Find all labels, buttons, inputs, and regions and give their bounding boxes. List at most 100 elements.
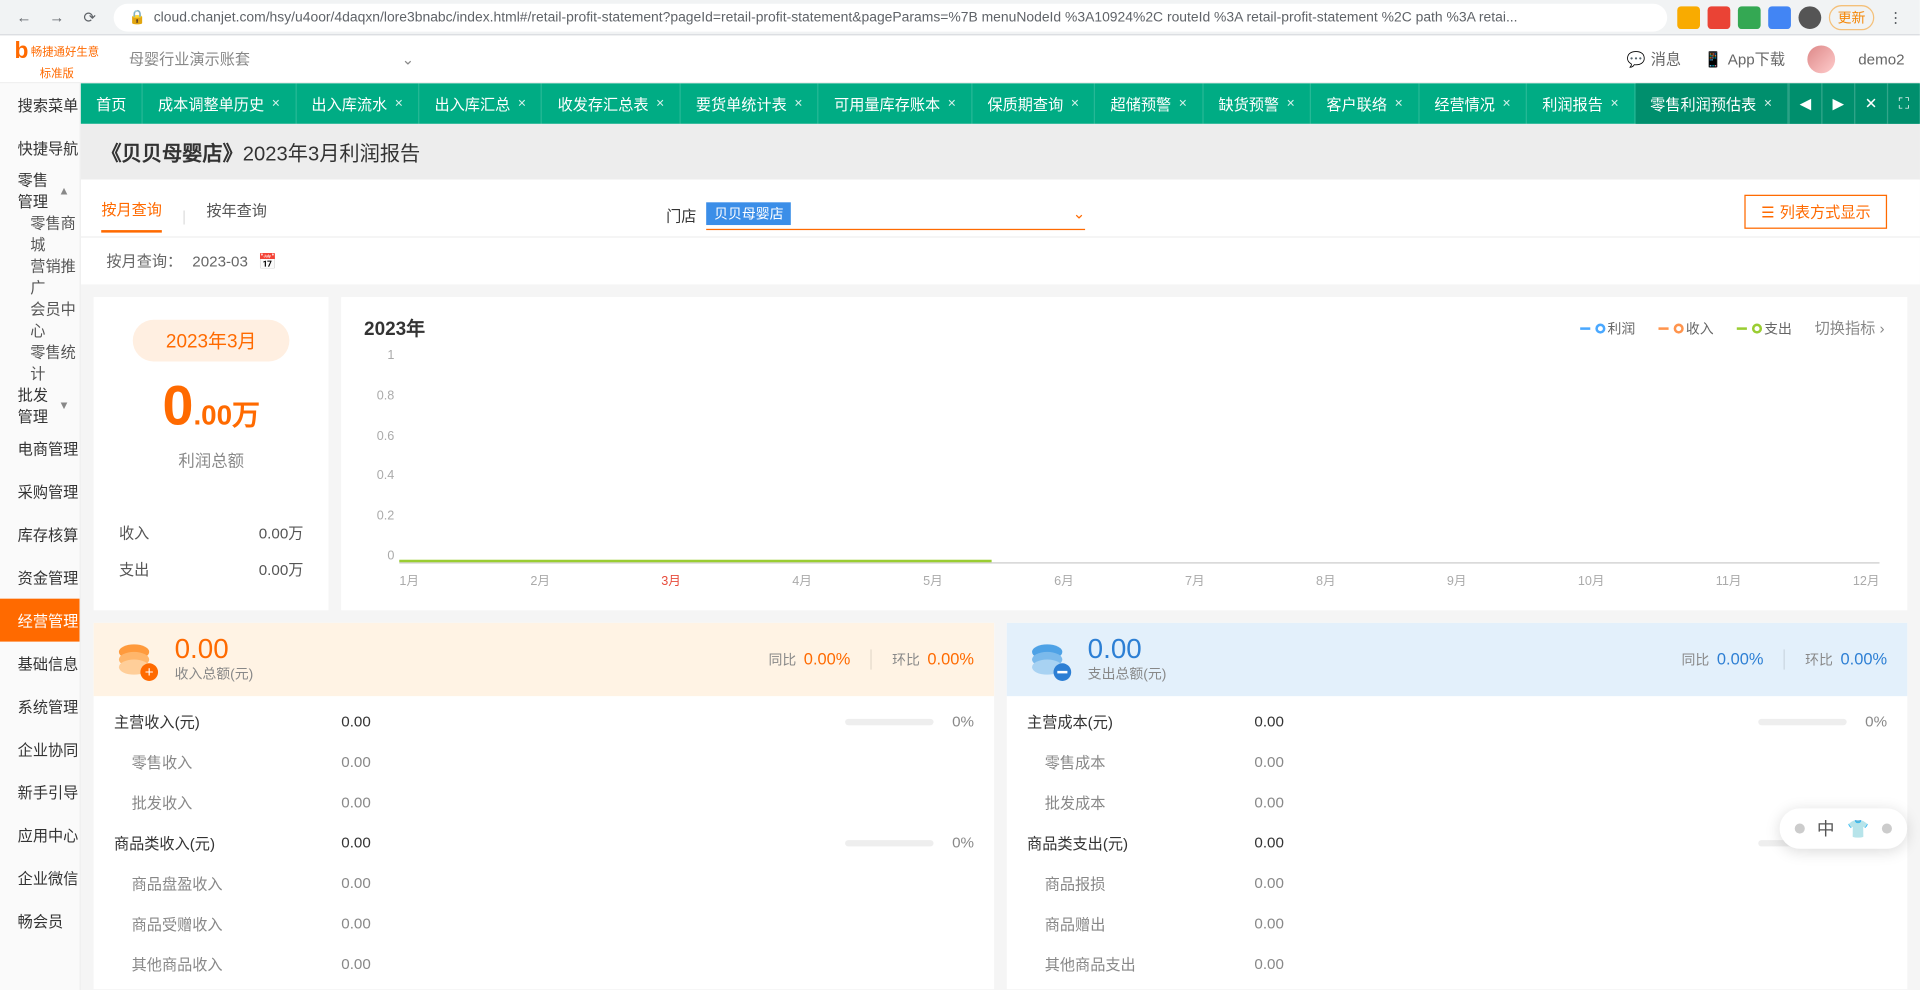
close-icon[interactable]: × bbox=[395, 96, 403, 111]
sidebar-item[interactable]: 会员中心 bbox=[0, 298, 80, 341]
legend-item[interactable]: 收入 bbox=[1658, 318, 1714, 338]
app-header: b畅捷通好生意 标准版 母婴行业演示账套⌄ 💬消息 📱App下载 demo2 bbox=[0, 35, 1920, 83]
panel-row: 其他商品收入0.00 bbox=[114, 943, 974, 983]
query-row: 按月查询： 2023-03 📅 bbox=[81, 237, 1920, 284]
reload-button[interactable]: ⟳ bbox=[76, 3, 104, 31]
sidebar-item[interactable]: 畅会员 bbox=[0, 899, 80, 942]
list-view-button[interactable]: ☰列表方式显示 bbox=[1744, 195, 1886, 229]
close-icon[interactable]: × bbox=[518, 96, 526, 111]
close-icon[interactable]: × bbox=[1610, 96, 1618, 111]
sidebar-item[interactable]: 零售商城 bbox=[0, 212, 80, 255]
sidebar-item[interactable]: 经营管理 bbox=[0, 599, 80, 642]
tab[interactable]: 首页 bbox=[81, 83, 143, 123]
extension-icon[interactable] bbox=[1768, 6, 1791, 29]
chevron-down-icon: ⌄ bbox=[402, 50, 415, 68]
extension-icon[interactable] bbox=[1708, 6, 1731, 29]
filter-tab-month[interactable]: 按月查询 bbox=[101, 198, 162, 232]
message-icon: 💬 bbox=[1627, 50, 1646, 68]
close-icon[interactable]: × bbox=[272, 96, 280, 111]
chart-plot[interactable]: 10.80.60.40.20 1月2月3月4月5月6月7月8月9月10月11月1… bbox=[364, 349, 1885, 589]
phone-icon: 📱 bbox=[1704, 50, 1723, 68]
sidebar: 搜索菜单快捷导航零售管理▲零售商城营销推广会员中心零售统计批发管理▼电商管理采购… bbox=[0, 83, 81, 990]
store-select[interactable]: 贝贝母婴店 ⌄ bbox=[706, 201, 1085, 229]
tab[interactable]: 客户联络× bbox=[1311, 83, 1419, 123]
tab[interactable]: 零售利润预估表× bbox=[1635, 83, 1788, 123]
switch-indicator[interactable]: 切换指标 › bbox=[1814, 317, 1884, 338]
sidebar-item[interactable]: 资金管理 bbox=[0, 556, 80, 599]
legend-item[interactable]: 支出 bbox=[1736, 318, 1792, 338]
profile-icon[interactable] bbox=[1799, 6, 1822, 29]
close-icon[interactable]: × bbox=[1395, 96, 1403, 111]
sidebar-item[interactable]: 企业微信 bbox=[0, 856, 80, 899]
tab-scroll-left[interactable]: ◀ bbox=[1788, 83, 1821, 123]
sidebar-item[interactable]: 搜索菜单 bbox=[0, 83, 80, 126]
tab[interactable]: 要货单统计表× bbox=[681, 83, 819, 123]
url-text: cloud.chanjet.com/hsy/u4oor/4daqxn/lore3… bbox=[154, 9, 1518, 24]
panel-row: 批发收入0.00 bbox=[114, 782, 974, 822]
sidebar-item[interactable]: 应用中心 bbox=[0, 813, 80, 856]
tab[interactable]: 利润报告× bbox=[1527, 83, 1635, 123]
back-button[interactable]: ← bbox=[10, 3, 38, 31]
ime-widget[interactable]: 中 👕 bbox=[1779, 808, 1907, 848]
panel-row: 商品盘盈收入0.00 bbox=[114, 863, 974, 903]
sidebar-item[interactable]: 电商管理 bbox=[0, 427, 80, 470]
list-icon: ☰ bbox=[1761, 203, 1775, 221]
sidebar-item[interactable]: 新手引导 bbox=[0, 770, 80, 813]
tab[interactable]: 成本调整单历史× bbox=[143, 83, 296, 123]
close-icon[interactable]: × bbox=[656, 96, 664, 111]
app-download-link[interactable]: 📱App下载 bbox=[1704, 48, 1785, 69]
tab[interactable]: 出入库流水× bbox=[296, 83, 419, 123]
sidebar-item[interactable]: 系统管理 bbox=[0, 685, 80, 728]
tab-fullscreen[interactable]: ⛶ bbox=[1887, 83, 1920, 123]
tab[interactable]: 保质期查询× bbox=[972, 83, 1095, 123]
panel-row: 零售收入0.00 bbox=[114, 741, 974, 781]
close-icon[interactable]: × bbox=[948, 96, 956, 111]
username[interactable]: demo2 bbox=[1858, 50, 1904, 68]
summary-row: 收入0.00万 bbox=[109, 514, 314, 551]
tab-close-all[interactable]: ✕ bbox=[1854, 83, 1887, 123]
account-selector[interactable]: 母婴行业演示账套⌄ bbox=[129, 48, 415, 69]
tab[interactable]: 超储预警× bbox=[1095, 83, 1203, 123]
tab[interactable]: 经营情况× bbox=[1419, 83, 1527, 123]
close-icon[interactable]: × bbox=[1287, 96, 1295, 111]
extension-icon[interactable] bbox=[1677, 6, 1700, 29]
close-icon[interactable]: × bbox=[1179, 96, 1187, 111]
close-icon[interactable]: × bbox=[1503, 96, 1511, 111]
sidebar-item[interactable]: 企业协同 bbox=[0, 727, 80, 770]
logo[interactable]: b畅捷通好生意 标准版 bbox=[0, 37, 114, 80]
sidebar-item[interactable]: 零售统计 bbox=[0, 341, 80, 384]
sidebar-item[interactable]: 采购管理 bbox=[0, 470, 80, 513]
expense-panel: 0.00 支出总额(元) 同比0.00% 环比0.00% 主营成本(元)0.00… bbox=[1007, 623, 1907, 989]
sidebar-item[interactable]: 营销推广 bbox=[0, 255, 80, 298]
sidebar-item[interactable]: 基础信息 bbox=[0, 642, 80, 685]
avatar[interactable] bbox=[1808, 45, 1836, 73]
calendar-icon[interactable]: 📅 bbox=[258, 252, 277, 270]
sidebar-item[interactable]: 快捷导航 bbox=[0, 126, 80, 169]
close-icon[interactable]: × bbox=[1071, 96, 1079, 111]
dot-icon bbox=[1882, 823, 1892, 833]
extension-icon[interactable] bbox=[1738, 6, 1761, 29]
tab[interactable]: 缺货预警× bbox=[1203, 83, 1311, 123]
shirt-icon: 👕 bbox=[1847, 818, 1869, 839]
address-bar[interactable]: 🔒 cloud.chanjet.com/hsy/u4oor/4daqxn/lor… bbox=[114, 3, 1667, 31]
sidebar-item[interactable]: 库存核算 bbox=[0, 513, 80, 556]
tab[interactable]: 可用量库存账本× bbox=[819, 83, 972, 123]
sidebar-item[interactable]: 零售管理▲ bbox=[0, 169, 80, 212]
close-icon[interactable]: × bbox=[794, 96, 802, 111]
browser-toolbar: ← → ⟳ 🔒 cloud.chanjet.com/hsy/u4oor/4daq… bbox=[0, 0, 1920, 35]
legend-item[interactable]: 利润 bbox=[1580, 318, 1636, 338]
close-icon[interactable]: × bbox=[1764, 96, 1772, 111]
browser-menu-icon[interactable]: ⋮ bbox=[1882, 3, 1910, 31]
update-badge[interactable]: 更新 bbox=[1829, 4, 1874, 29]
forward-button[interactable]: → bbox=[43, 3, 71, 31]
panel-row: 批发成本0.00 bbox=[1027, 782, 1887, 822]
tab[interactable]: 出入库汇总× bbox=[419, 83, 542, 123]
page-title: 《贝贝母婴店》2023年3月利润报告 bbox=[81, 124, 1920, 180]
dot-icon bbox=[1794, 823, 1804, 833]
filter-bar: 按月查询 | 按年查询 门店 贝贝母婴店 ⌄ ☰列表方式显示 bbox=[81, 179, 1920, 237]
messages-link[interactable]: 💬消息 bbox=[1627, 48, 1681, 69]
sidebar-item[interactable]: 批发管理▼ bbox=[0, 384, 80, 427]
filter-tab-year[interactable]: 按年查询 bbox=[206, 200, 267, 232]
tab-scroll-right[interactable]: ▶ bbox=[1821, 83, 1854, 123]
tab[interactable]: 收发存汇总表× bbox=[542, 83, 680, 123]
